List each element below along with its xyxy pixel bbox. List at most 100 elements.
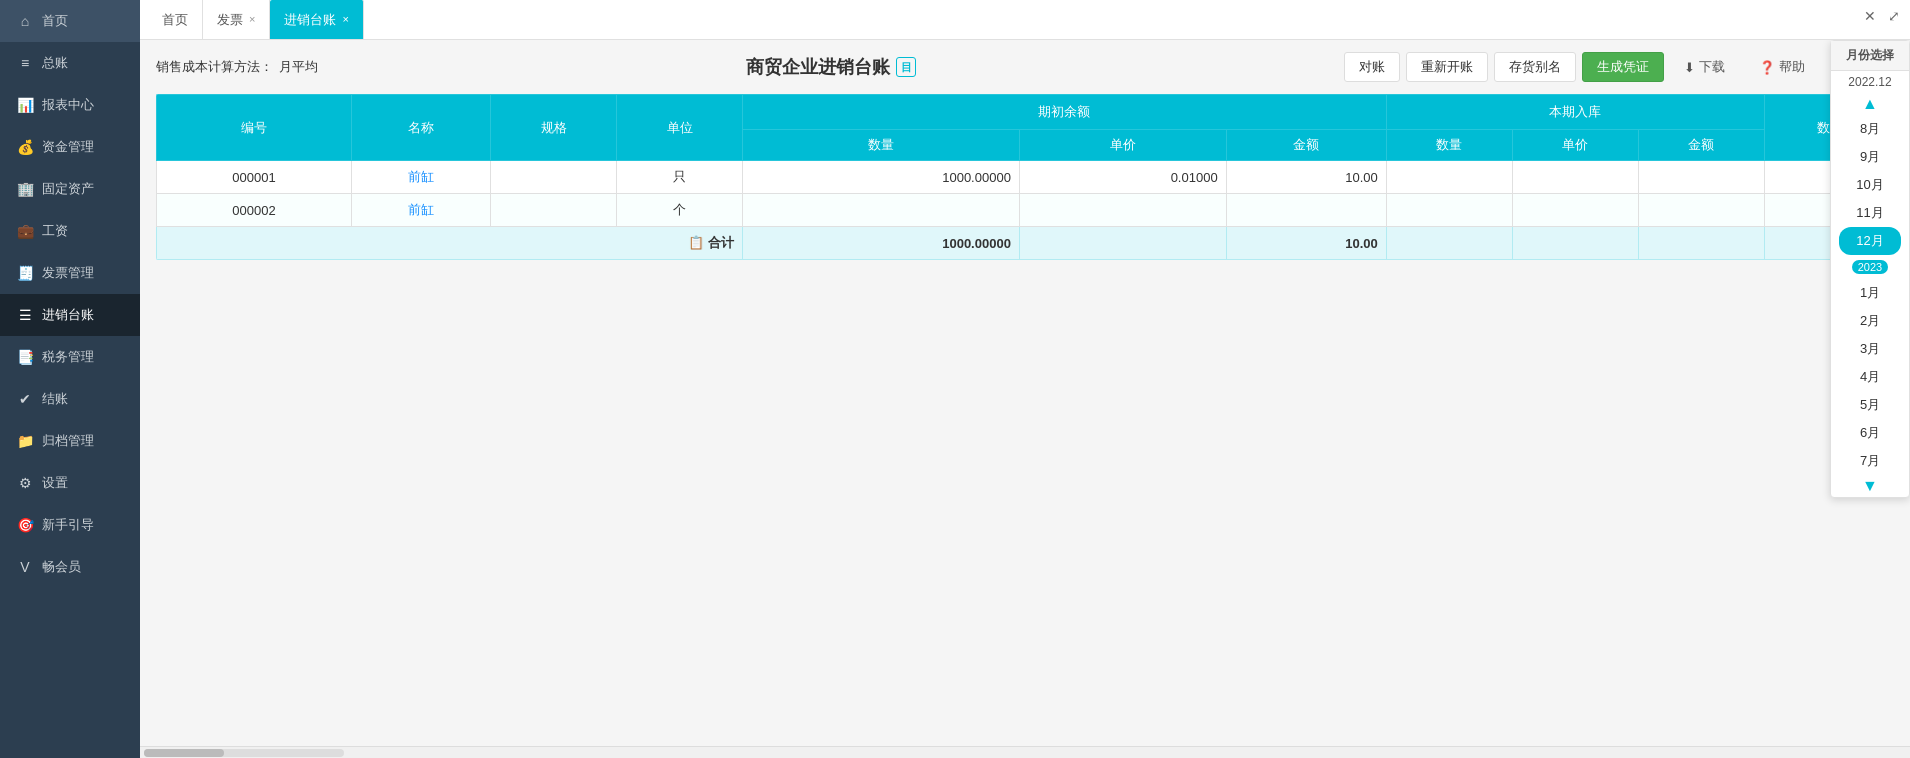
month-item-6[interactable]: 6月 xyxy=(1831,419,1909,447)
month-item-10[interactable]: 10月 xyxy=(1831,171,1909,199)
sidebar-item-guide[interactable]: 🎯 新手引导 xyxy=(0,504,140,546)
total-in-qty xyxy=(1386,227,1512,260)
cell-begin-price xyxy=(1019,194,1226,227)
sidebar-item-vip[interactable]: V 畅会员 xyxy=(0,546,140,588)
tab-home[interactable]: 首页 xyxy=(148,0,203,39)
sidebar-item-invoice-mgmt[interactable]: 🧾 发票管理 xyxy=(0,252,140,294)
cell-begin-qty xyxy=(743,194,1020,227)
vip-icon: V xyxy=(16,559,34,575)
month-item-1[interactable]: 1月 xyxy=(1831,279,1909,307)
tab-home-label: 首页 xyxy=(162,11,188,29)
month-item-7[interactable]: 7月 xyxy=(1831,447,1909,475)
sidebar-item-label: 进销台账 xyxy=(42,306,94,324)
sidebar-item-archive[interactable]: 📁 归档管理 xyxy=(0,420,140,462)
month-item-5[interactable]: 5月 xyxy=(1831,391,1909,419)
download-button[interactable]: ⬇ 下载 xyxy=(1670,53,1739,81)
cost-method-label: 销售成本计算方法： xyxy=(156,58,273,76)
month-item-12[interactable]: 12月 xyxy=(1839,227,1901,255)
action-buttons: 对账 重新开账 存货别名 生成凭证 ⬇ 下载 ❓ 帮助 ↻ 刷新 xyxy=(1344,52,1894,82)
cell-in-qty xyxy=(1386,194,1512,227)
total-begin-qty: 1000.00000 xyxy=(743,227,1020,260)
tab-inventory-ledger[interactable]: 进销台账 × xyxy=(270,0,363,39)
generate-voucher-button[interactable]: 生成凭证 xyxy=(1582,52,1664,82)
cell-begin-qty: 1000.00000 xyxy=(743,161,1020,194)
tab-invoice[interactable]: 发票 × xyxy=(203,0,270,39)
total-in-amount xyxy=(1638,227,1764,260)
reports-icon: 📊 xyxy=(16,97,34,113)
sidebar-item-label: 发票管理 xyxy=(42,264,94,282)
cell-code: 000002 xyxy=(157,194,352,227)
table-row: 000002 前缸 个 xyxy=(157,194,1894,227)
month-nav-up[interactable]: ▲ xyxy=(1831,93,1909,115)
col-header-inbound: 本期入库 xyxy=(1386,95,1764,130)
total-begin-price xyxy=(1019,227,1226,260)
cost-method-value: 月平均 xyxy=(279,58,318,76)
sidebar-item-settings[interactable]: ⚙ 设置 xyxy=(0,462,140,504)
month-item-8[interactable]: 8月 xyxy=(1831,115,1909,143)
title-info-icon[interactable]: 目 xyxy=(896,57,916,77)
page-title-text: 商贸企业进销台账 xyxy=(746,55,890,79)
sidebar-item-inventory[interactable]: ☰ 进销台账 xyxy=(0,294,140,336)
sidebar-item-home[interactable]: ⌂ 首页 xyxy=(0,0,140,42)
cell-in-price xyxy=(1512,161,1638,194)
total-label: 📋合计 xyxy=(157,227,743,260)
sidebar-item-label: 首页 xyxy=(42,12,68,30)
sidebar-item-tax[interactable]: 📑 税务管理 xyxy=(0,336,140,378)
cell-in-amount xyxy=(1638,161,1764,194)
download-icon: ⬇ xyxy=(1684,60,1695,75)
sidebar: ⌂ 首页 ≡ 总账 📊 报表中心 💰 资金管理 🏢 固定资产 💼 工资 🧾 发票… xyxy=(0,0,140,758)
month-item-3[interactable]: 3月 xyxy=(1831,335,1909,363)
col-header-name: 名称 xyxy=(352,95,491,161)
sidebar-item-salary[interactable]: 💼 工资 xyxy=(0,210,140,252)
sidebar-item-label: 归档管理 xyxy=(42,432,94,450)
cell-spec xyxy=(491,161,617,194)
sub-header-begin-amount: 金额 xyxy=(1226,130,1386,161)
col-header-begin-balance: 期初余额 xyxy=(743,95,1387,130)
sidebar-item-reports[interactable]: 📊 报表中心 xyxy=(0,84,140,126)
year-2022-label: 2022.12 xyxy=(1831,71,1909,93)
cell-spec xyxy=(491,194,617,227)
archive-icon: 📁 xyxy=(16,433,34,449)
month-item-11[interactable]: 11月 xyxy=(1831,199,1909,227)
cell-name: 前缸 xyxy=(352,194,491,227)
save-alias-button[interactable]: 存货别名 xyxy=(1494,52,1576,82)
cell-begin-amount: 10.00 xyxy=(1226,161,1386,194)
cell-code: 000001 xyxy=(157,161,352,194)
tab-invoice-label: 发票 xyxy=(217,11,243,29)
tab-inventory-label: 进销台账 xyxy=(284,11,336,29)
sidebar-item-label: 资金管理 xyxy=(42,138,94,156)
reopen-button[interactable]: 重新开账 xyxy=(1406,52,1488,82)
close-button[interactable]: ✕ xyxy=(1862,8,1878,24)
reconcile-button[interactable]: 对账 xyxy=(1344,52,1400,82)
help-button[interactable]: ❓ 帮助 xyxy=(1745,53,1819,81)
funds-icon: 💰 xyxy=(16,139,34,155)
maximize-button[interactable]: ⤢ xyxy=(1886,8,1902,24)
invoice-mgmt-icon: 🧾 xyxy=(16,265,34,281)
table-row: 000001 前缸 只 1000.00000 0.01000 10.00 xyxy=(157,161,1894,194)
month-item-2[interactable]: 2月 xyxy=(1831,307,1909,335)
page-title: 商贸企业进销台账 目 xyxy=(746,55,916,79)
window-controls: ✕ ⤢ xyxy=(1862,8,1902,24)
main-area: ✕ ⤢ 首页 发票 × 进销台账 × 销售成本计算方法： 月平均 商贸企业进销台… xyxy=(140,0,1910,758)
tab-invoice-close[interactable]: × xyxy=(249,14,255,25)
total-in-price xyxy=(1512,227,1638,260)
sidebar-item-ledger[interactable]: ≡ 总账 xyxy=(0,42,140,84)
tax-icon: 📑 xyxy=(16,349,34,365)
month-item-9[interactable]: 9月 xyxy=(1831,143,1909,171)
sidebar-item-checkout[interactable]: ✔ 结账 xyxy=(0,378,140,420)
sidebar-item-assets[interactable]: 🏢 固定资产 xyxy=(0,168,140,210)
scrollbar-thumb xyxy=(144,749,224,757)
sidebar-item-label: 工资 xyxy=(42,222,68,240)
cell-begin-amount xyxy=(1226,194,1386,227)
col-header-spec: 规格 xyxy=(491,95,617,161)
month-nav-down[interactable]: ▼ xyxy=(1831,475,1909,497)
inventory-table: 编号 名称 规格 单位 期初余额 本期入库 数... 数量 单价 金额 数量 单… xyxy=(156,94,1894,260)
total-row: 📋合计 1000.00000 10.00 xyxy=(157,227,1894,260)
month-item-4[interactable]: 4月 xyxy=(1831,363,1909,391)
sidebar-item-funds[interactable]: 💰 资金管理 xyxy=(0,126,140,168)
tab-inventory-close[interactable]: × xyxy=(342,14,348,25)
month-panel: 月份选择 2022.12 ▲ 8月 9月 10月 11月 12月 2023 1月… xyxy=(1830,40,1910,498)
inventory-icon: ☰ xyxy=(16,307,34,323)
col-header-unit: 单位 xyxy=(617,95,743,161)
bottom-scrollbar[interactable] xyxy=(140,746,1910,758)
